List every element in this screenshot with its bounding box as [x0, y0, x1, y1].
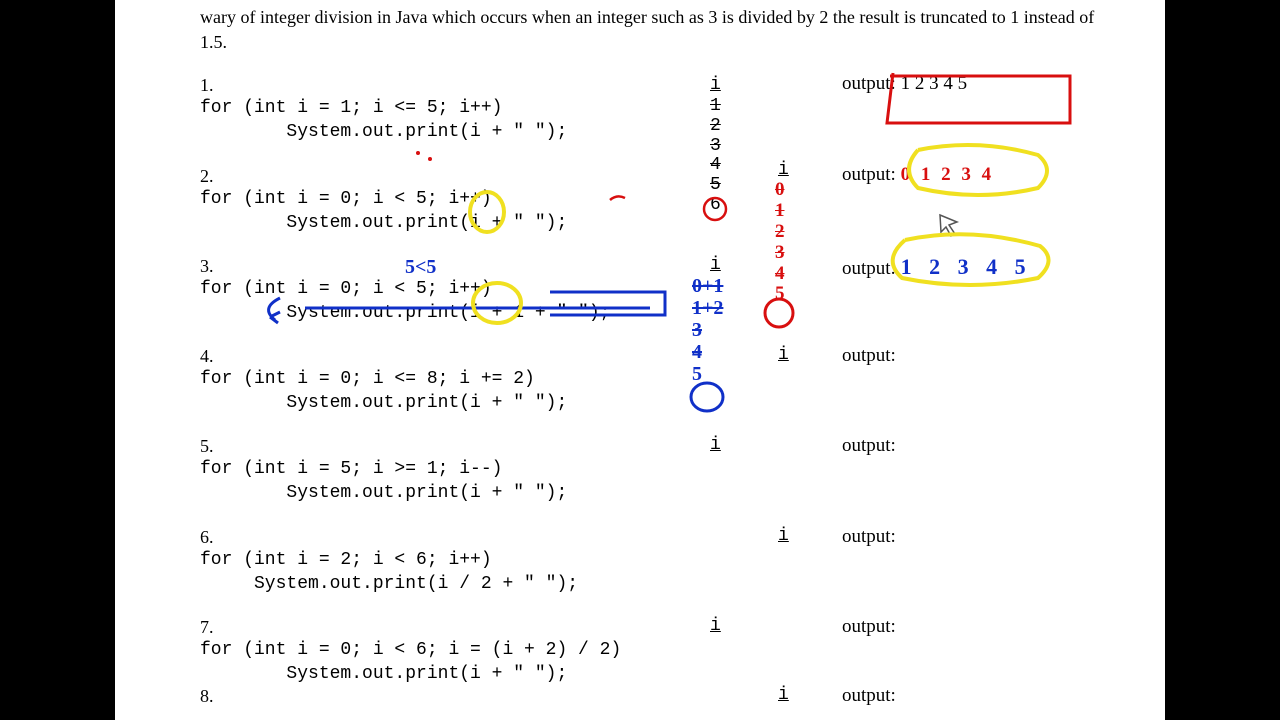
- dot-annotation: [410, 145, 440, 165]
- output-label-7: output:: [842, 616, 896, 638]
- problem-code: for (int i = 1; i <= 5; i++) System.out.…: [200, 96, 567, 145]
- trace-col-2: 0 1 2 3 4 5: [775, 180, 785, 305]
- output-label-1: output: 1 2 3 4 5: [842, 73, 967, 95]
- annotation-condition: 5<5: [405, 256, 436, 279]
- i-header-6: i: [778, 526, 789, 546]
- problem-code: for (int i = 5; i >= 1; i--) System.out.…: [200, 457, 567, 506]
- problem-number: 8.: [200, 686, 214, 707]
- output-label-4: output:: [842, 345, 896, 367]
- problem-6: 6. for (int i = 2; i < 6; i++) System.ou…: [200, 527, 578, 597]
- problem-code: for (int i = 0; i < 6; i = (i + 2) / 2) …: [200, 638, 621, 687]
- problem-5: 5. for (int i = 5; i >= 1; i--) System.o…: [200, 436, 567, 506]
- cursor-icon: [935, 210, 965, 240]
- problem-code: for (int i = 0; i <= 8; i += 2) System.o…: [200, 367, 567, 416]
- output-label-2: output: 0 1 2 3 4: [842, 164, 994, 186]
- trace-col-3: 0+1 1+2 3 4 5: [692, 275, 723, 385]
- i-header-1: i: [710, 75, 721, 95]
- problem-8: 8.: [200, 686, 214, 707]
- intro-text: wary of integer division in Java which o…: [200, 5, 1100, 55]
- output-label-3: output: 1 2 3 4 5: [842, 254, 1032, 280]
- i-header-4: i: [778, 345, 789, 365]
- document-page: wary of integer division in Java which o…: [115, 0, 1165, 720]
- trace-col-1: 1 2 3 4 5 6: [710, 97, 721, 216]
- i-header-2: i: [778, 160, 789, 180]
- problem-4: 4. for (int i = 0; i <= 8; i += 2) Syste…: [200, 346, 567, 416]
- i-header-3: i: [710, 255, 721, 275]
- output-label-8: output:: [842, 685, 896, 707]
- problem-code: for (int i = 0; i < 5; i++) System.out.p…: [200, 277, 610, 326]
- problem-number: 6.: [200, 527, 578, 548]
- problem-2: 2. for (int i = 0; i < 5; i++) System.ou…: [200, 166, 567, 236]
- problem-number: 7.: [200, 617, 621, 638]
- output-label-5: output:: [842, 435, 896, 457]
- problem-number: 4.: [200, 346, 567, 367]
- i-header-8: i: [778, 685, 789, 705]
- i-header-5: i: [710, 435, 721, 455]
- problem-number: 5.: [200, 436, 567, 457]
- problem-7: 7. for (int i = 0; i < 6; i = (i + 2) / …: [200, 617, 621, 687]
- i-header-7: i: [710, 616, 721, 636]
- dot-annotation-2: [605, 188, 635, 208]
- problem-number: 2.: [200, 166, 567, 187]
- problem-code: for (int i = 2; i < 6; i++) System.out.p…: [200, 548, 578, 597]
- output-label-6: output:: [842, 526, 896, 548]
- problem-code: for (int i = 0; i < 5; i++) System.out.p…: [200, 187, 567, 236]
- problem-1: 1. for (int i = 1; i <= 5; i++) System.o…: [200, 75, 567, 145]
- circle-annotation-blue: [688, 380, 726, 414]
- page-content: wary of integer division in Java which o…: [115, 0, 1165, 720]
- problem-number: 1.: [200, 75, 567, 96]
